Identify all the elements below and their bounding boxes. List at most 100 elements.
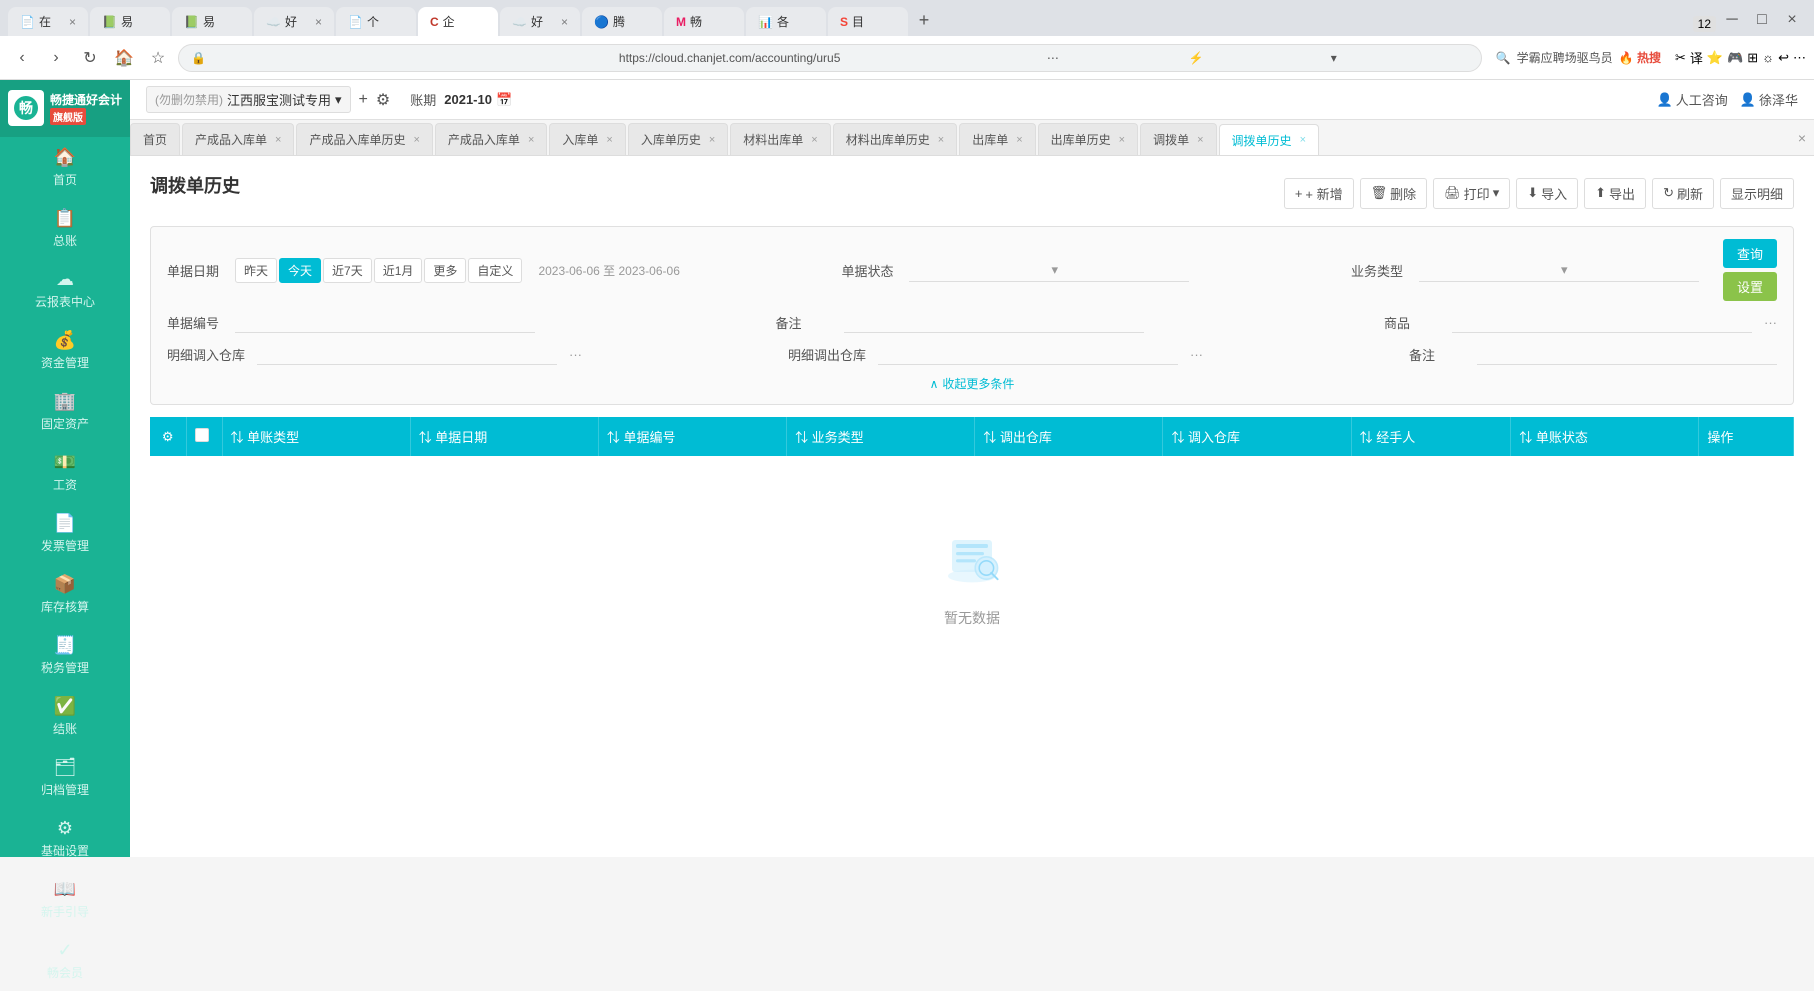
sidebar-item-archive[interactable]: 🗂 归档管理 bbox=[0, 747, 130, 808]
sidebar-item-assets[interactable]: 🏢 固定资产 bbox=[0, 381, 130, 442]
sidebar-item-ledger[interactable]: 📋 总账 bbox=[0, 198, 130, 259]
browser-dropdown-icon[interactable]: ▾ bbox=[1331, 51, 1469, 65]
tab-close-1[interactable]: × bbox=[69, 15, 76, 29]
sidebar-item-reports[interactable]: ☁ 云报表中心 bbox=[0, 259, 130, 320]
sidebar-item-settings[interactable]: ⚙ 基础设置 bbox=[0, 808, 130, 869]
doc-no-input[interactable] bbox=[235, 311, 535, 333]
tab-close-4[interactable]: × bbox=[315, 15, 322, 29]
tab-inbound-close[interactable]: × bbox=[606, 134, 612, 146]
tab-home[interactable]: 首页 bbox=[130, 123, 180, 155]
new-tab-btn[interactable]: + bbox=[910, 6, 938, 34]
biz-type-select[interactable]: ▾ bbox=[1419, 259, 1699, 282]
tab-bar-close-btn[interactable]: × bbox=[1798, 130, 1806, 146]
tab-transfer-close[interactable]: × bbox=[1197, 134, 1203, 146]
refresh-btn[interactable]: ↻ 刷新 bbox=[1652, 178, 1714, 209]
company-settings-icon[interactable]: ⚙ bbox=[376, 90, 390, 110]
more-icon[interactable]: ⋯ bbox=[1793, 50, 1806, 66]
back-btn[interactable]: ‹ bbox=[8, 44, 36, 72]
tab-material-outbound[interactable]: 材料出库单 × bbox=[730, 123, 830, 155]
collapse-btn[interactable]: ∧ 收起更多条件 bbox=[930, 375, 1015, 392]
table-check-th[interactable] bbox=[186, 417, 222, 456]
select-all-checkbox[interactable] bbox=[195, 428, 209, 442]
tab-product-inbound2[interactable]: 产成品入库单 × bbox=[435, 123, 547, 155]
browser-tab-2[interactable]: 📗 易 bbox=[90, 7, 170, 36]
tab-close-7[interactable]: × bbox=[561, 15, 568, 29]
date-btn-today[interactable]: 今天 bbox=[279, 258, 321, 283]
detail-out-more-icon[interactable]: ··· bbox=[1190, 347, 1203, 362]
bookmark-btn[interactable]: ☆ bbox=[144, 44, 172, 72]
sidebar-item-closing[interactable]: ✅ 结账 bbox=[0, 686, 130, 747]
tab-product-inbound-history[interactable]: 产成品入库单历史 × bbox=[296, 123, 432, 155]
col-doc-no[interactable]: ⇅ 单据编号 bbox=[598, 417, 786, 456]
delete-btn[interactable]: 🗑 删除 bbox=[1360, 178, 1428, 209]
tab-inbound[interactable]: 入库单 × bbox=[549, 123, 625, 155]
date-btn-1month[interactable]: 近1月 bbox=[374, 258, 423, 283]
col-biz-type[interactable]: ⇅ 业务类型 bbox=[787, 417, 975, 456]
detail-out-input[interactable] bbox=[878, 343, 1178, 365]
date-btn-yesterday[interactable]: 昨天 bbox=[235, 258, 277, 283]
col-doc-status[interactable]: ⇅ 单账状态 bbox=[1511, 417, 1699, 456]
browser-tab-3[interactable]: 📗 易 bbox=[172, 7, 252, 36]
star-icon[interactable]: ⭐ bbox=[1707, 50, 1723, 66]
reload-btn[interactable]: ↻ bbox=[76, 44, 104, 72]
browser-menu-icon[interactable]: ⋯ bbox=[1047, 51, 1185, 65]
tab-product-inbound2-close[interactable]: × bbox=[528, 134, 534, 146]
grid-icon[interactable]: ⊞ bbox=[1747, 50, 1758, 66]
browser-tab-1[interactable]: 📄 在 × bbox=[8, 7, 88, 36]
settings-btn[interactable]: 设置 bbox=[1723, 272, 1777, 301]
tab-material-outbound-history[interactable]: 材料出库单历史 × bbox=[833, 123, 957, 155]
minimize-btn[interactable]: ─ bbox=[1718, 6, 1746, 34]
table-settings-icon[interactable]: ⚙ bbox=[162, 429, 174, 444]
tab-product-inbound[interactable]: 产成品入库单 × bbox=[182, 123, 294, 155]
date-btn-custom[interactable]: 自定义 bbox=[468, 258, 522, 283]
query-btn[interactable]: 查询 bbox=[1723, 239, 1777, 268]
sidebar-item-guide[interactable]: 📖 新手引导 bbox=[0, 869, 130, 930]
browser-lightning-icon[interactable]: ⚡ bbox=[1189, 51, 1327, 65]
tab-product-inbound-close[interactable]: × bbox=[275, 134, 281, 146]
col-handler[interactable]: ⇅ 经手人 bbox=[1351, 417, 1511, 456]
home-btn[interactable]: 🏠 bbox=[110, 44, 138, 72]
detail-in-more-icon[interactable]: ··· bbox=[569, 347, 582, 362]
user-avatar[interactable]: 👤 徐泽华 bbox=[1740, 90, 1798, 109]
period-value[interactable]: 2021-10 📅 bbox=[444, 92, 512, 108]
sidebar-item-invoice[interactable]: 📄 发票管理 bbox=[0, 503, 130, 564]
history-icon[interactable]: ↩ bbox=[1778, 50, 1789, 66]
remark-input[interactable] bbox=[844, 311, 1144, 333]
browser-tab-8[interactable]: 🔵 腾 bbox=[582, 7, 662, 36]
sidebar-item-inventory[interactable]: 📦 库存核算 bbox=[0, 564, 130, 625]
sidebar-item-tax[interactable]: 🧾 税务管理 bbox=[0, 625, 130, 686]
sidebar-item-funds[interactable]: 💰 资金管理 bbox=[0, 320, 130, 381]
address-bar[interactable]: 🔒 https://cloud.chanjet.com/accounting/u… bbox=[178, 44, 1482, 72]
sidebar-item-member[interactable]: ✓ 畅会员 bbox=[0, 930, 130, 991]
brightness-icon[interactable]: ☼ bbox=[1762, 50, 1774, 65]
tab-material-outbound-history-close[interactable]: × bbox=[938, 134, 944, 146]
print-btn[interactable]: 🖨 打印 ▾ bbox=[1433, 178, 1510, 209]
display-btn[interactable]: 显示明细 bbox=[1720, 178, 1794, 209]
help-btn[interactable]: 👤 人工咨询 bbox=[1657, 90, 1728, 109]
tab-inbound-history-close[interactable]: × bbox=[709, 134, 715, 146]
export-btn[interactable]: ⬆ 导出 bbox=[1584, 178, 1646, 209]
browser-tab-6[interactable]: C 企 bbox=[418, 7, 498, 36]
tab-outbound-close[interactable]: × bbox=[1016, 134, 1022, 146]
game-icon[interactable]: 🎮 bbox=[1727, 50, 1743, 66]
browser-tab-9[interactable]: M 畅 bbox=[664, 7, 744, 36]
tab-product-inbound-history-close[interactable]: × bbox=[413, 134, 419, 146]
note-input[interactable] bbox=[1477, 343, 1777, 365]
browser-tab-4[interactable]: ☁️ 好 × bbox=[254, 7, 334, 36]
tab-transfer-history-close[interactable]: × bbox=[1300, 134, 1306, 146]
col-doc-date[interactable]: ⇅ 单据日期 bbox=[410, 417, 598, 456]
tab-outbound-history[interactable]: 出库单历史 × bbox=[1038, 123, 1138, 155]
col-in-warehouse[interactable]: ⇅ 调入仓库 bbox=[1163, 417, 1351, 456]
close-window-btn[interactable]: × bbox=[1778, 6, 1806, 34]
browser-tab-11[interactable]: S 目 bbox=[828, 7, 908, 36]
table-settings-th[interactable]: ⚙ bbox=[150, 417, 186, 456]
scissors-icon[interactable]: ✂ bbox=[1675, 50, 1686, 66]
forward-btn[interactable]: › bbox=[42, 44, 70, 72]
goods-input[interactable] bbox=[1452, 311, 1752, 333]
detail-in-input[interactable] bbox=[257, 343, 557, 365]
translate-icon[interactable]: 译 bbox=[1690, 48, 1703, 67]
date-btn-more[interactable]: 更多 bbox=[424, 258, 466, 283]
browser-tab-10[interactable]: 📊 各 bbox=[746, 7, 826, 36]
tab-inbound-history[interactable]: 入库单历史 × bbox=[628, 123, 728, 155]
tab-outbound-history-close[interactable]: × bbox=[1119, 134, 1125, 146]
